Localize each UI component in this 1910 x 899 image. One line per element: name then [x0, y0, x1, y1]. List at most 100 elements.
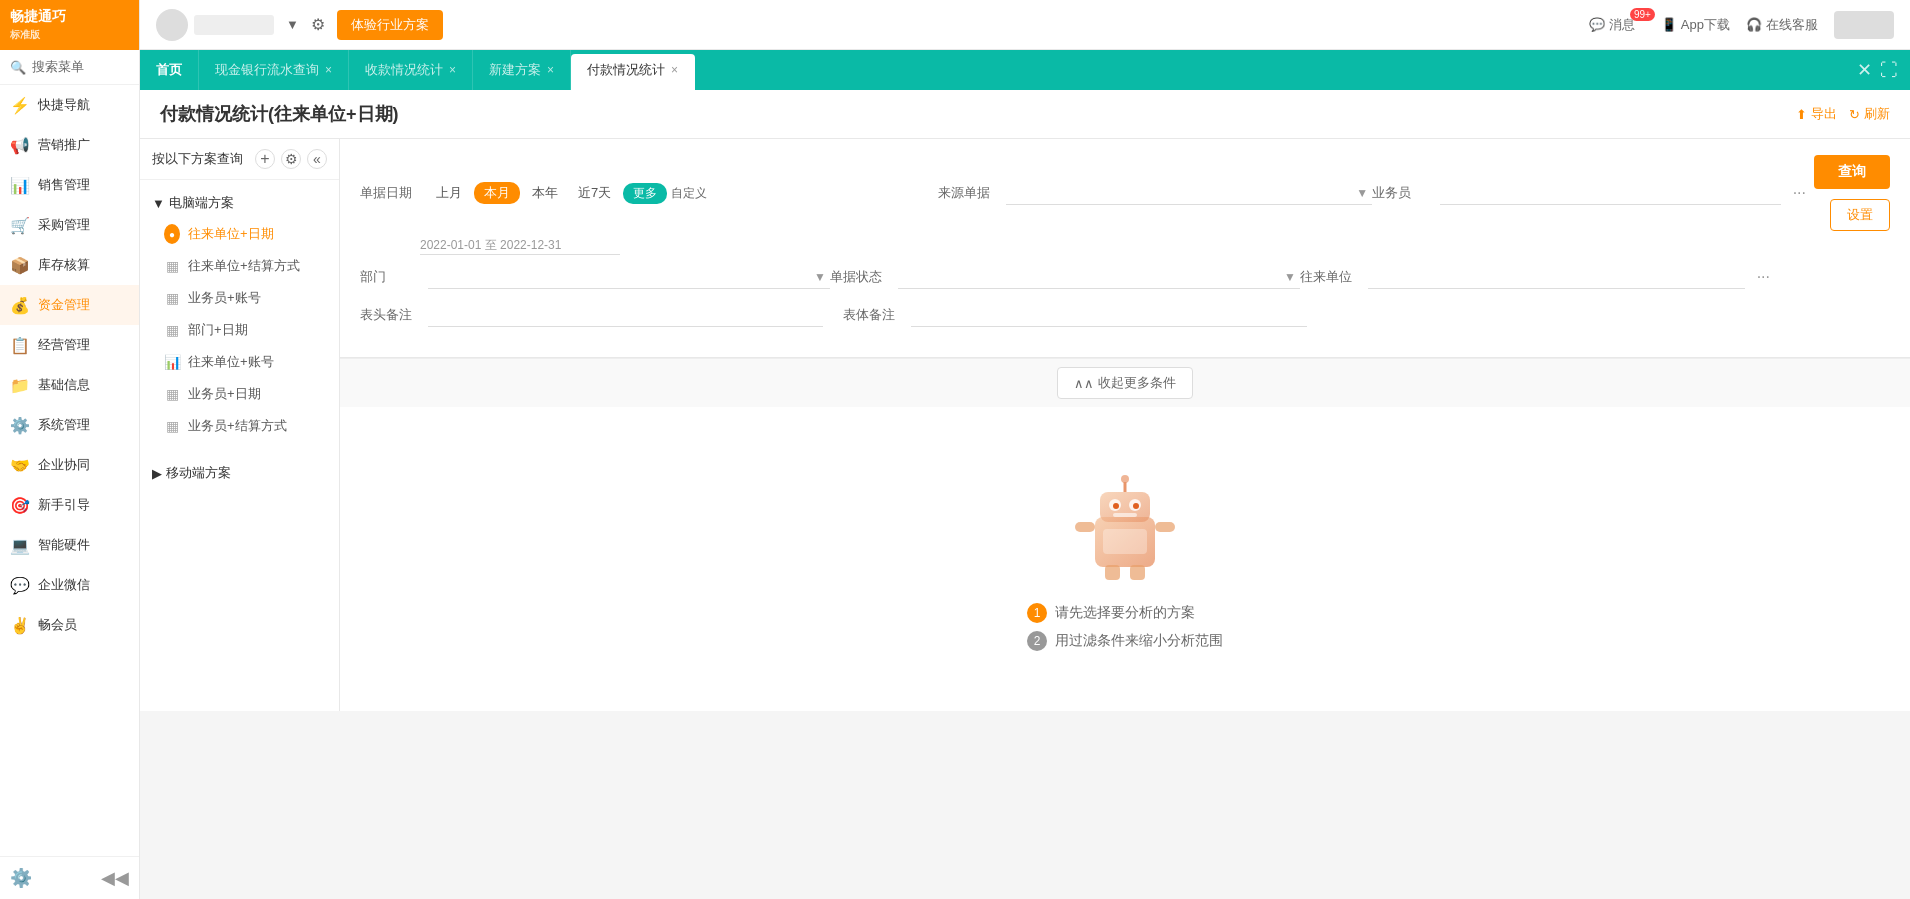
header-note-input[interactable] [428, 303, 823, 327]
filter-item-staff: 业务员 ··· [1372, 181, 1806, 205]
collapse-scheme-icon[interactable]: « [307, 149, 327, 169]
tab-receipt-stats-label: 收款情况统计 [365, 61, 443, 79]
scheme-item-dept-date[interactable]: ▦ 部门+日期 [140, 314, 339, 346]
tab-home[interactable]: 首页 [140, 50, 199, 90]
sidebar-logo: 畅捷通巧 标准版 [0, 0, 139, 50]
settings-icon[interactable]: ⚙ [311, 15, 325, 34]
filter-panel: 单据日期 上月 本月 本年 近7天 更多 自定义 [340, 139, 1910, 358]
search-menu[interactable]: 🔍 搜索菜单 [0, 50, 139, 85]
user-info [156, 9, 274, 41]
maximize-icon[interactable]: ⛶ [1880, 60, 1898, 81]
sidebar-item-operation[interactable]: 📋 经营管理 [0, 325, 139, 365]
system-icon: ⚙️ [10, 415, 30, 435]
scheme-settings-icon[interactable]: ⚙ [281, 149, 301, 169]
sidebar: 畅捷通巧 标准版 🔍 搜索菜单 ⚡ 快捷导航 📢 营销推广 📊 销售管理 🛒 采… [0, 0, 140, 899]
collapse-bar: ∧∧ 收起更多条件 [340, 358, 1910, 407]
scheme-item-unit-date[interactable]: ● 往来单位+日期 [140, 218, 339, 250]
tip-text-1: 请先选择要分析的方案 [1055, 604, 1195, 622]
sidebar-item-system[interactable]: ⚙️ 系统管理 [0, 405, 139, 445]
add-scheme-icon[interactable]: + [255, 149, 275, 169]
scheme-item-unit-account-label: 往来单位+账号 [188, 353, 274, 371]
sidebar-item-purchase[interactable]: 🛒 采购管理 [0, 205, 139, 245]
wechat-icon: 💬 [10, 575, 30, 595]
scheme-item-unit-settlement[interactable]: ▦ 往来单位+结算方式 [140, 250, 339, 282]
export-button[interactable]: ⬆ 导出 [1796, 105, 1837, 123]
sidebar-item-quick-nav[interactable]: ⚡ 快捷导航 [0, 85, 139, 125]
sidebar-item-wechat[interactable]: 💬 企业微信 [0, 565, 139, 605]
tab-bank-flow-close[interactable]: × [325, 63, 332, 77]
content-wrapper: 按以下方案查询 + ⚙ « ▼ 电脑端方案 ● [140, 139, 1910, 711]
scheme-icon-6: ▦ [164, 418, 180, 434]
sidebar-item-marketing[interactable]: 📢 营销推广 [0, 125, 139, 165]
scheme-icon-2: ▦ [164, 290, 180, 306]
staff-input[interactable] [1440, 181, 1780, 205]
source-select[interactable]: ▼ [1006, 182, 1372, 205]
date-custom[interactable]: 自定义 [671, 185, 707, 202]
close-all-icon[interactable]: ✕ [1857, 59, 1872, 81]
tab-new-scheme[interactable]: 新建方案 × [473, 50, 571, 90]
scheme-item-staff-date[interactable]: ▦ 业务员+日期 [140, 378, 339, 410]
scheme-section-mobile-title[interactable]: ▶ 移动端方案 [140, 458, 339, 488]
partner-more-icon[interactable]: ··· [1757, 268, 1770, 286]
tab-payment-stats[interactable]: 付款情况统计 × [571, 54, 695, 90]
active-scheme-icon: ● [164, 226, 180, 242]
basic-icon: 📁 [10, 375, 30, 395]
svg-point-7 [1121, 475, 1129, 483]
collapse-button[interactable]: ∧∧ 收起更多条件 [1057, 367, 1193, 399]
trial-button[interactable]: 体验行业方案 [337, 10, 443, 40]
partner-input[interactable] [1368, 265, 1745, 289]
refresh-button[interactable]: ↻ 刷新 [1849, 105, 1890, 123]
user-dropdown-icon[interactable]: ▼ [286, 17, 299, 32]
tab-payment-stats-label: 付款情况统计 [587, 61, 665, 79]
filter-area: 单据日期 上月 本月 本年 近7天 更多 自定义 [340, 139, 1910, 711]
tab-new-scheme-close[interactable]: × [547, 63, 554, 77]
header-note-label: 表头备注 [360, 306, 420, 324]
filter-settings-button[interactable]: 设置 [1830, 199, 1890, 231]
query-button[interactable]: 查询 [1814, 155, 1890, 189]
scheme-item-staff-account[interactable]: ▦ 业务员+账号 [140, 282, 339, 314]
tab-new-scheme-label: 新建方案 [489, 61, 541, 79]
messages-badge[interactable]: 💬 消息 99+ [1589, 16, 1645, 34]
scheme-section-pc-label: 电脑端方案 [169, 194, 234, 212]
collapse-label: 收起更多条件 [1098, 374, 1176, 392]
date-last-month[interactable]: 上月 [428, 182, 470, 204]
settings-bottom-icon[interactable]: ⚙️ [10, 867, 32, 889]
collapse-sidebar-icon[interactable]: ◀◀ [101, 867, 129, 889]
date-range-value: 2022-01-01 至 2022-12-31 [420, 237, 620, 255]
sidebar-item-sales[interactable]: 📊 销售管理 [0, 165, 139, 205]
sidebar-item-basic[interactable]: 📁 基础信息 [0, 365, 139, 405]
scheme-item-unit-account[interactable]: 📊 往来单位+账号 [140, 346, 339, 378]
empty-icon [1065, 467, 1185, 587]
doc-status-select[interactable]: ▼ [898, 266, 1300, 289]
sidebar-item-fund[interactable]: 💰 资金管理 [0, 285, 139, 325]
member-icon: ✌️ [10, 615, 30, 635]
topbar: ▼ ⚙ 体验行业方案 💬 消息 99+ 📱 App下载 🎧 在线客服 [140, 0, 1910, 50]
dept-select[interactable]: ▼ [428, 266, 830, 289]
scheme-section-pc-title[interactable]: ▼ 电脑端方案 [140, 188, 339, 218]
doc-status-label: 单据状态 [830, 268, 890, 286]
sidebar-item-member[interactable]: ✌️ 畅会员 [0, 605, 139, 645]
filter-row-1: 单据日期 上月 本月 本年 近7天 更多 自定义 [360, 155, 1890, 231]
messages-count: 99+ [1630, 8, 1655, 21]
date-more[interactable]: 更多 [623, 183, 667, 204]
scheme-icon-5: ▦ [164, 386, 180, 402]
online-service[interactable]: 🎧 在线客服 [1746, 16, 1818, 34]
tab-receipt-stats-close[interactable]: × [449, 63, 456, 77]
body-note-input[interactable] [911, 303, 1306, 327]
tab-receipt-stats[interactable]: 收款情况统计 × [349, 50, 473, 90]
tab-bank-flow[interactable]: 现金银行流水查询 × [199, 50, 349, 90]
sidebar-item-hardware[interactable]: 💻 智能硬件 [0, 525, 139, 565]
date-options: 上月 本月 本年 近7天 更多 自定义 [428, 182, 707, 204]
staff-more-icon[interactable]: ··· [1793, 184, 1806, 202]
sidebar-item-inventory[interactable]: 📦 库存核算 [0, 245, 139, 285]
sidebar-item-guide[interactable]: 🎯 新手引导 [0, 485, 139, 525]
app-download[interactable]: 📱 App下载 [1661, 16, 1730, 34]
date-last-7[interactable]: 近7天 [570, 182, 619, 204]
date-this-year[interactable]: 本年 [524, 182, 566, 204]
scheme-item-staff-settlement[interactable]: ▦ 业务员+结算方式 [140, 410, 339, 442]
date-this-month[interactable]: 本月 [474, 182, 520, 204]
empty-tips: 1 请先选择要分析的方案 2 用过滤条件来缩小分析范围 [1027, 603, 1223, 651]
sidebar-item-enterprise[interactable]: 🤝 企业协同 [0, 445, 139, 485]
sidebar-bottom: ⚙️ ◀◀ [0, 856, 139, 899]
tab-payment-stats-close[interactable]: × [671, 63, 678, 77]
